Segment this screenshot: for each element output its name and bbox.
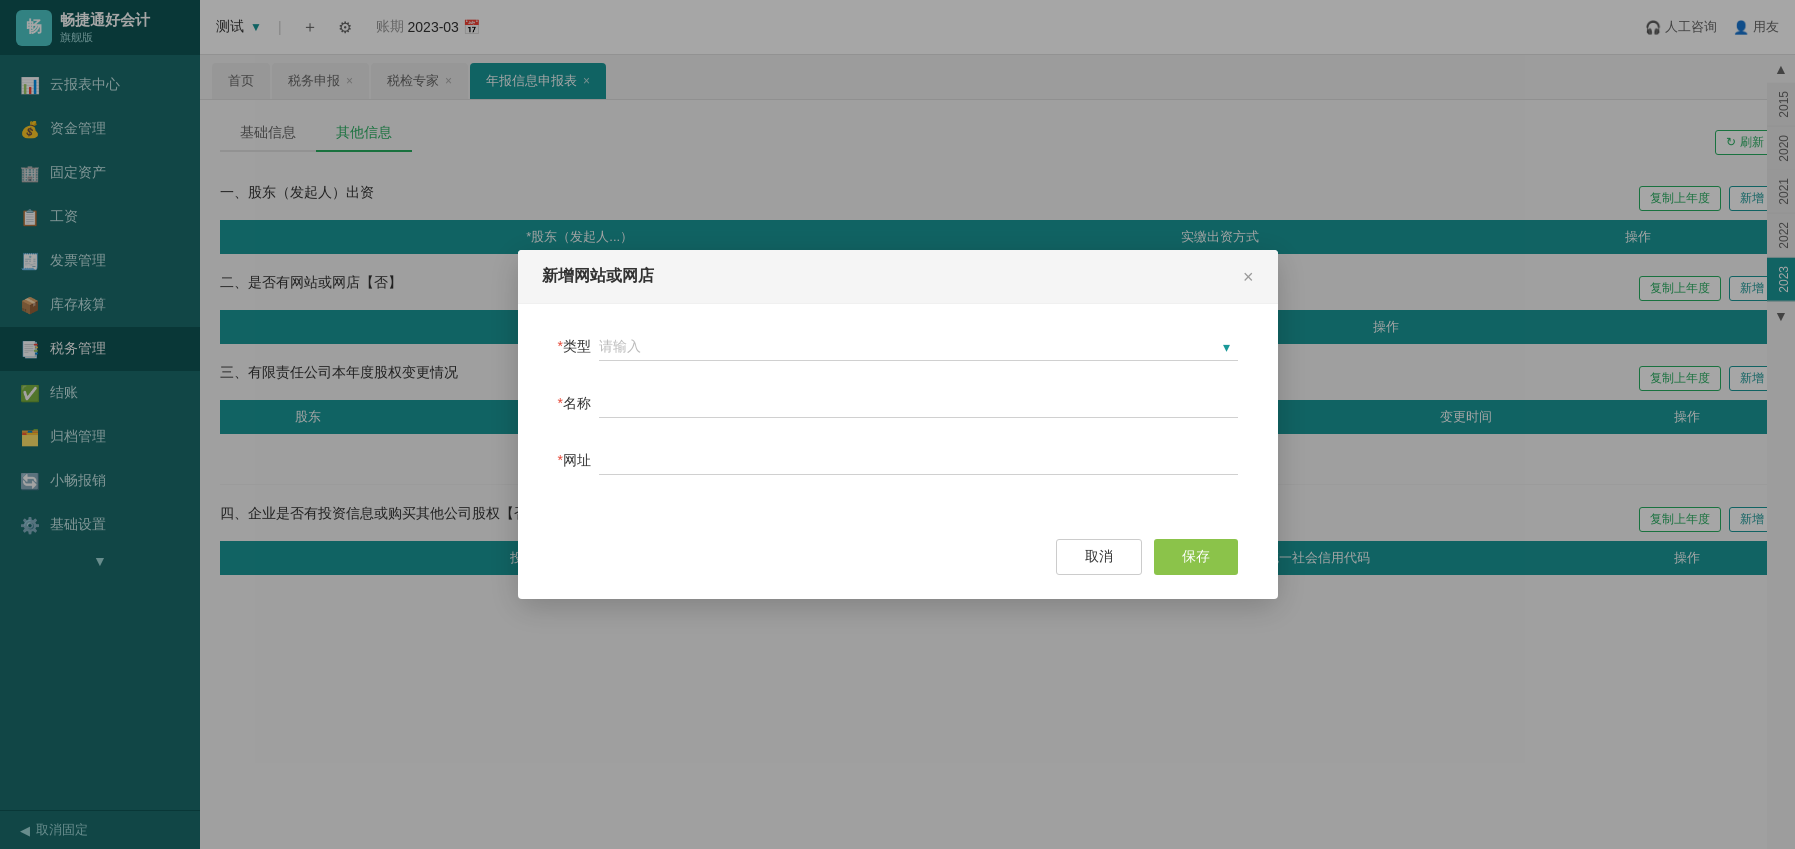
modal-close-btn[interactable]: × [1243, 268, 1254, 286]
type-label: *类型 [558, 338, 591, 356]
name-input[interactable] [599, 389, 1238, 418]
modal-overlay: 新增网站或网店 × *类型 ▾ *名 [0, 0, 1795, 849]
url-input-wrapper [599, 446, 1238, 475]
cancel-button[interactable]: 取消 [1056, 539, 1142, 575]
url-required-mark: * [558, 452, 563, 468]
form-field-type: *类型 ▾ [558, 332, 1238, 361]
modal-header: 新增网站或网店 × [518, 250, 1278, 304]
save-button[interactable]: 保存 [1154, 539, 1238, 575]
url-label: *网址 [558, 452, 591, 470]
url-input[interactable] [599, 446, 1238, 475]
modal-footer: 取消 保存 [518, 523, 1278, 599]
modal-body: *类型 ▾ *名称 [518, 304, 1278, 523]
add-website-modal: 新增网站或网店 × *类型 ▾ *名 [518, 250, 1278, 599]
name-input-wrapper [599, 389, 1238, 418]
type-input-wrapper: ▾ [599, 332, 1238, 361]
modal-title: 新增网站或网店 [542, 266, 654, 287]
name-required-mark: * [558, 395, 563, 411]
type-input[interactable] [599, 332, 1238, 361]
form-field-url: *网址 [558, 446, 1238, 475]
name-label: *名称 [558, 395, 591, 413]
type-dropdown-icon[interactable]: ▾ [1223, 339, 1230, 355]
type-required-mark: * [558, 338, 563, 354]
form-field-name: *名称 [558, 389, 1238, 418]
